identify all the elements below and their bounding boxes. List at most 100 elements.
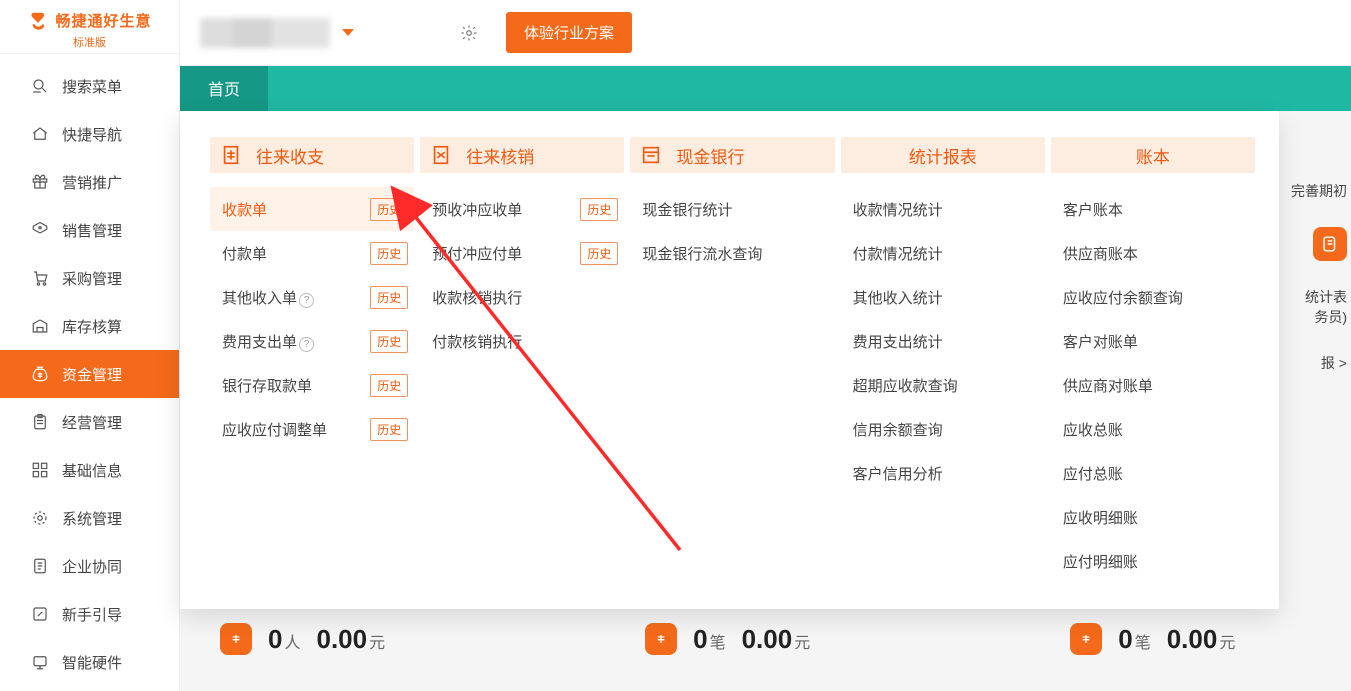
bank-icon <box>640 144 662 166</box>
mega-item[interactable]: 供应商对账单 <box>1051 363 1255 407</box>
nav-label: 资金管理 <box>62 364 122 385</box>
mega-item[interactable]: 供应商账本 <box>1051 231 1255 275</box>
report-icon[interactable] <box>1313 227 1347 261</box>
nav-marketing[interactable]: 营销推广 <box>0 158 179 206</box>
history-badge[interactable]: 历史 <box>580 198 618 221</box>
stat-number: 0.00 <box>1167 624 1218 654</box>
mega-item[interactable]: 其他收入统计 <box>841 275 1045 319</box>
nav-search-menu[interactable]: 搜索菜单 <box>0 62 179 110</box>
warehouse-icon <box>30 316 50 336</box>
mega-item-label: 供应商对账单 <box>1063 375 1255 396</box>
nav-label: 销售管理 <box>62 220 122 241</box>
clipboard-icon <box>30 412 50 432</box>
stat-number: 0 <box>1118 624 1132 654</box>
history-badge[interactable]: 历史 <box>370 242 408 265</box>
mega-item-label: 超期应收款查询 <box>853 375 1045 396</box>
stat-unit: 元 <box>794 635 810 652</box>
topbar: 体验行业方案 <box>0 0 1351 65</box>
mega-item[interactable]: 现金银行流水查询 <box>630 231 834 275</box>
nav-label: 快捷导航 <box>62 124 122 145</box>
nav-label: 新手引导 <box>62 604 122 625</box>
history-badge[interactable]: 历史 <box>370 330 408 353</box>
org-selector[interactable] <box>200 18 460 48</box>
stat-number: 0 <box>693 624 707 654</box>
mega-item[interactable]: 收款单历史 <box>210 187 414 231</box>
stat-number: 0 <box>268 624 282 654</box>
history-badge[interactable]: 历史 <box>370 198 408 221</box>
mega-item[interactable]: 银行存取款单历史 <box>210 363 414 407</box>
stat-badge-icon <box>1070 623 1102 655</box>
cart-icon <box>30 268 50 288</box>
peek-text[interactable]: 报 > <box>1321 353 1347 373</box>
mega-item[interactable]: 费用支出单?历史 <box>210 319 414 363</box>
mega-item[interactable]: 客户信用分析 <box>841 451 1045 495</box>
nav-label: 经营管理 <box>62 412 122 433</box>
history-badge[interactable]: 历史 <box>580 242 618 265</box>
mega-item-label: 应付明细账 <box>1063 551 1255 572</box>
nav-guide[interactable]: 新手引导 <box>0 590 179 638</box>
nav-sales[interactable]: 销售管理 <box>0 206 179 254</box>
history-badge[interactable]: 历史 <box>370 418 408 441</box>
mega-item[interactable]: 预付冲应付单历史 <box>420 231 624 275</box>
mega-item-label: 付款核销执行 <box>432 331 624 352</box>
mega-item-label: 收款单 <box>222 199 370 220</box>
mega-item-label: 应收应付调整单 <box>222 419 370 440</box>
stat-unit: 人 <box>284 635 300 652</box>
grid-icon <box>30 460 50 480</box>
mega-item[interactable]: 应收应付余额查询 <box>1051 275 1255 319</box>
mega-item[interactable]: 付款核销执行 <box>420 319 624 363</box>
gear-icon[interactable] <box>460 24 478 42</box>
stat-number: 0.00 <box>316 624 367 654</box>
mega-item[interactable]: 信用余额查询 <box>841 407 1045 451</box>
stat-badge-icon <box>645 623 677 655</box>
brand-title: 畅捷通好生意 <box>55 10 151 31</box>
nav-quick-nav[interactable]: 快捷导航 <box>0 110 179 158</box>
money-bag-icon <box>30 364 50 384</box>
nav-system[interactable]: 系统管理 <box>0 494 179 542</box>
mega-item[interactable]: 应付总账 <box>1051 451 1255 495</box>
history-badge[interactable]: 历史 <box>370 374 408 397</box>
mega-col-reports: 统计报表 收款情况统计付款情况统计其他收入统计费用支出统计超期应收款查询信用余额… <box>841 137 1045 591</box>
mega-item[interactable]: 付款单历史 <box>210 231 414 275</box>
nav-purchase[interactable]: 采购管理 <box>0 254 179 302</box>
mega-item[interactable]: 客户对账单 <box>1051 319 1255 363</box>
nav-stock[interactable]: 库存核算 <box>0 302 179 350</box>
nav-hardware[interactable]: 智能硬件 <box>0 638 179 686</box>
mega-item[interactable]: 应收总账 <box>1051 407 1255 451</box>
tab-home[interactable]: 首页 <box>180 65 268 111</box>
mega-item[interactable]: 收款核销执行 <box>420 275 624 319</box>
mega-item-label: 现金银行统计 <box>642 199 834 220</box>
mega-item[interactable]: 现金银行统计 <box>630 187 834 231</box>
mega-item[interactable]: 应付明细账 <box>1051 539 1255 583</box>
mega-item[interactable]: 付款情况统计 <box>841 231 1045 275</box>
mega-item[interactable]: 应收应付调整单历史 <box>210 407 414 451</box>
mega-item[interactable]: 费用支出统计 <box>841 319 1045 363</box>
history-badge[interactable]: 历史 <box>370 286 408 309</box>
mega-item-label: 预收冲应收单 <box>432 199 580 220</box>
help-icon[interactable]: ? <box>299 337 314 352</box>
mega-item-label: 应收总账 <box>1063 419 1255 440</box>
cta-industry-plan-button[interactable]: 体验行业方案 <box>506 12 632 53</box>
mega-item-label: 供应商账本 <box>1063 243 1255 264</box>
mega-item[interactable]: 客户账本 <box>1051 187 1255 231</box>
brand-subtitle: 标准版 <box>73 34 106 50</box>
mega-item-label: 其他收入单? <box>222 287 370 308</box>
nav-operation[interactable]: 经营管理 <box>0 398 179 446</box>
mega-item-label: 费用支出单? <box>222 331 370 352</box>
stat-number: 0.00 <box>742 624 793 654</box>
help-icon[interactable]: ? <box>299 293 314 308</box>
mega-item-label: 应付总账 <box>1063 463 1255 484</box>
nav-finance[interactable]: 资金管理 <box>0 350 179 398</box>
nav-collab[interactable]: 企业协同 <box>0 542 179 590</box>
peek-text: 务员) <box>1314 307 1347 327</box>
mega-item[interactable]: 收款情况统计 <box>841 187 1045 231</box>
mega-item[interactable]: 其他收入单?历史 <box>210 275 414 319</box>
nav-basic-info[interactable]: 基础信息 <box>0 446 179 494</box>
mega-item[interactable]: 应收明细账 <box>1051 495 1255 539</box>
mega-item[interactable]: 超期应收款查询 <box>841 363 1045 407</box>
nav-label: 采购管理 <box>62 268 122 289</box>
mega-item-label: 应收应付余额查询 <box>1063 287 1255 308</box>
mega-item[interactable]: 预收冲应收单历史 <box>420 187 624 231</box>
finance-mega-menu: 往来收支 收款单历史付款单历史其他收入单?历史费用支出单?历史银行存取款单历史应… <box>180 111 1279 609</box>
right-side-peek: 完善期初 统计表 务员) 报 > <box>1291 181 1351 373</box>
